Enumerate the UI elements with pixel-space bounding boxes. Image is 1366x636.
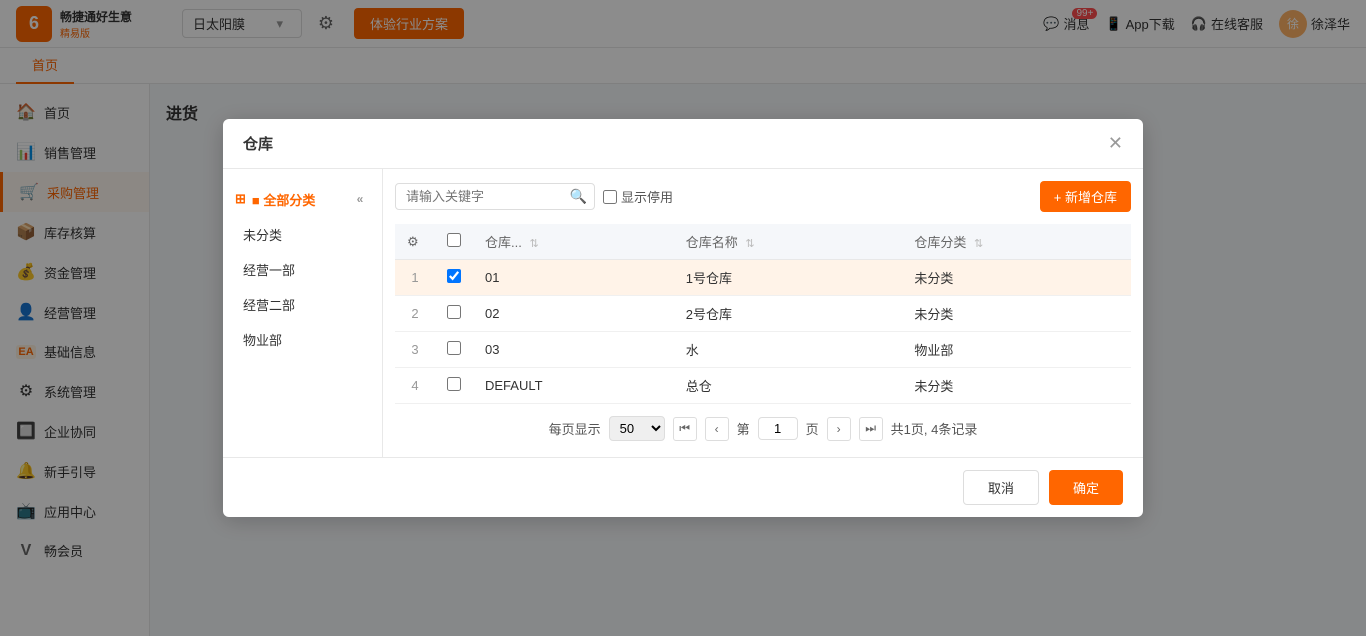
row-checkbox-cell (435, 260, 473, 296)
dialog-title: 仓库 (243, 133, 273, 154)
row-name: 2号仓库 (674, 296, 903, 332)
row-checkbox-cell (435, 368, 473, 404)
row-category: 物业部 (902, 332, 1131, 368)
prev-page-button[interactable]: ‹ (705, 417, 729, 441)
pagination: 每页显示 50 20 100 ⏮ ‹ 第 页 › ⏭ 共1页, 4条记录 (395, 404, 1131, 445)
table-row[interactable]: 1 01 1号仓库 未分类 (395, 260, 1131, 296)
grid-icon: ⊞ (235, 191, 246, 207)
dialog-footer: 取消 确定 (223, 457, 1143, 517)
first-page-button[interactable]: ⏮ (673, 417, 697, 441)
th-code: 仓库... ⇅ (473, 224, 674, 260)
sort-icon3: ⇅ (974, 238, 983, 250)
next-page-button[interactable]: › (827, 417, 851, 441)
table-row[interactable]: 3 03 水 物业部 (395, 332, 1131, 368)
confirm-button[interactable]: 确定 (1049, 470, 1123, 505)
search-input[interactable] (395, 183, 595, 210)
row-category: 未分类 (902, 260, 1131, 296)
sort-icon2: ⇅ (745, 238, 754, 250)
row-name: 1号仓库 (674, 260, 903, 296)
modal-overlay: 仓库 ✕ ⊞ ■ 全部分类 « 未分类 经营一部 经营二部 物业部 (0, 0, 1366, 636)
table-row[interactable]: 4 DEFAULT 总仓 未分类 (395, 368, 1131, 404)
row-checkbox-cell (435, 332, 473, 368)
table-panel: 🔍 显示停用 + 新增仓库 ⚙ 仓库. (383, 169, 1143, 457)
th-category: 仓库分类 ⇅ (902, 224, 1131, 260)
row-index: 3 (395, 332, 435, 368)
category-operations-1[interactable]: 经营一部 (223, 252, 382, 287)
row-name: 水 (674, 332, 903, 368)
category-operations-2[interactable]: 经营二部 (223, 287, 382, 322)
row-index: 2 (395, 296, 435, 332)
dialog-close-button[interactable]: ✕ (1108, 133, 1123, 154)
row-category: 未分类 (902, 296, 1131, 332)
row-code: 01 (473, 260, 674, 296)
all-categories-item[interactable]: ⊞ ■ 全部分类 « (223, 181, 382, 217)
row-code: DEFAULT (473, 368, 674, 404)
search-icon[interactable]: 🔍 (570, 188, 587, 205)
row-index: 4 (395, 368, 435, 404)
show-disabled-label[interactable]: 显示停用 (603, 187, 673, 206)
category-panel: ⊞ ■ 全部分类 « 未分类 经营一部 经营二部 物业部 (223, 169, 383, 457)
row-category: 未分类 (902, 368, 1131, 404)
row-code: 03 (473, 332, 674, 368)
row-select-checkbox[interactable] (447, 341, 461, 355)
select-all-checkbox[interactable] (447, 233, 461, 247)
show-disabled-checkbox[interactable] (603, 190, 617, 204)
row-select-checkbox[interactable] (447, 305, 461, 319)
category-unclassified[interactable]: 未分类 (223, 217, 382, 252)
last-page-button[interactable]: ⏭ (859, 417, 883, 441)
table-row[interactable]: 2 02 2号仓库 未分类 (395, 296, 1131, 332)
th-checkbox (435, 224, 473, 260)
warehouse-dialog: 仓库 ✕ ⊞ ■ 全部分类 « 未分类 经营一部 经营二部 物业部 (223, 119, 1143, 517)
table-toolbar: 🔍 显示停用 + 新增仓库 (395, 181, 1131, 212)
per-page-select[interactable]: 50 20 100 (609, 416, 665, 441)
warehouse-table: ⚙ 仓库... ⇅ 仓库名称 ⇅ 仓库分类 (395, 224, 1131, 404)
search-wrap: 🔍 (395, 183, 595, 210)
row-index: 1 (395, 260, 435, 296)
sort-icon: ⇅ (529, 238, 538, 250)
row-select-checkbox[interactable] (447, 377, 461, 391)
page-input[interactable] (758, 417, 798, 440)
th-name: 仓库名称 ⇅ (674, 224, 903, 260)
th-settings: ⚙ (395, 224, 435, 260)
cancel-button[interactable]: 取消 (963, 470, 1039, 505)
row-select-checkbox[interactable] (447, 269, 461, 283)
dialog-header: 仓库 ✕ (223, 119, 1143, 169)
collapse-icon[interactable]: « (350, 189, 370, 209)
dialog-body: ⊞ ■ 全部分类 « 未分类 经营一部 经营二部 物业部 🔍 (223, 169, 1143, 457)
row-checkbox-cell (435, 296, 473, 332)
row-code: 02 (473, 296, 674, 332)
row-name: 总仓 (674, 368, 903, 404)
add-warehouse-button[interactable]: + 新增仓库 (1040, 181, 1131, 212)
category-property[interactable]: 物业部 (223, 322, 382, 357)
